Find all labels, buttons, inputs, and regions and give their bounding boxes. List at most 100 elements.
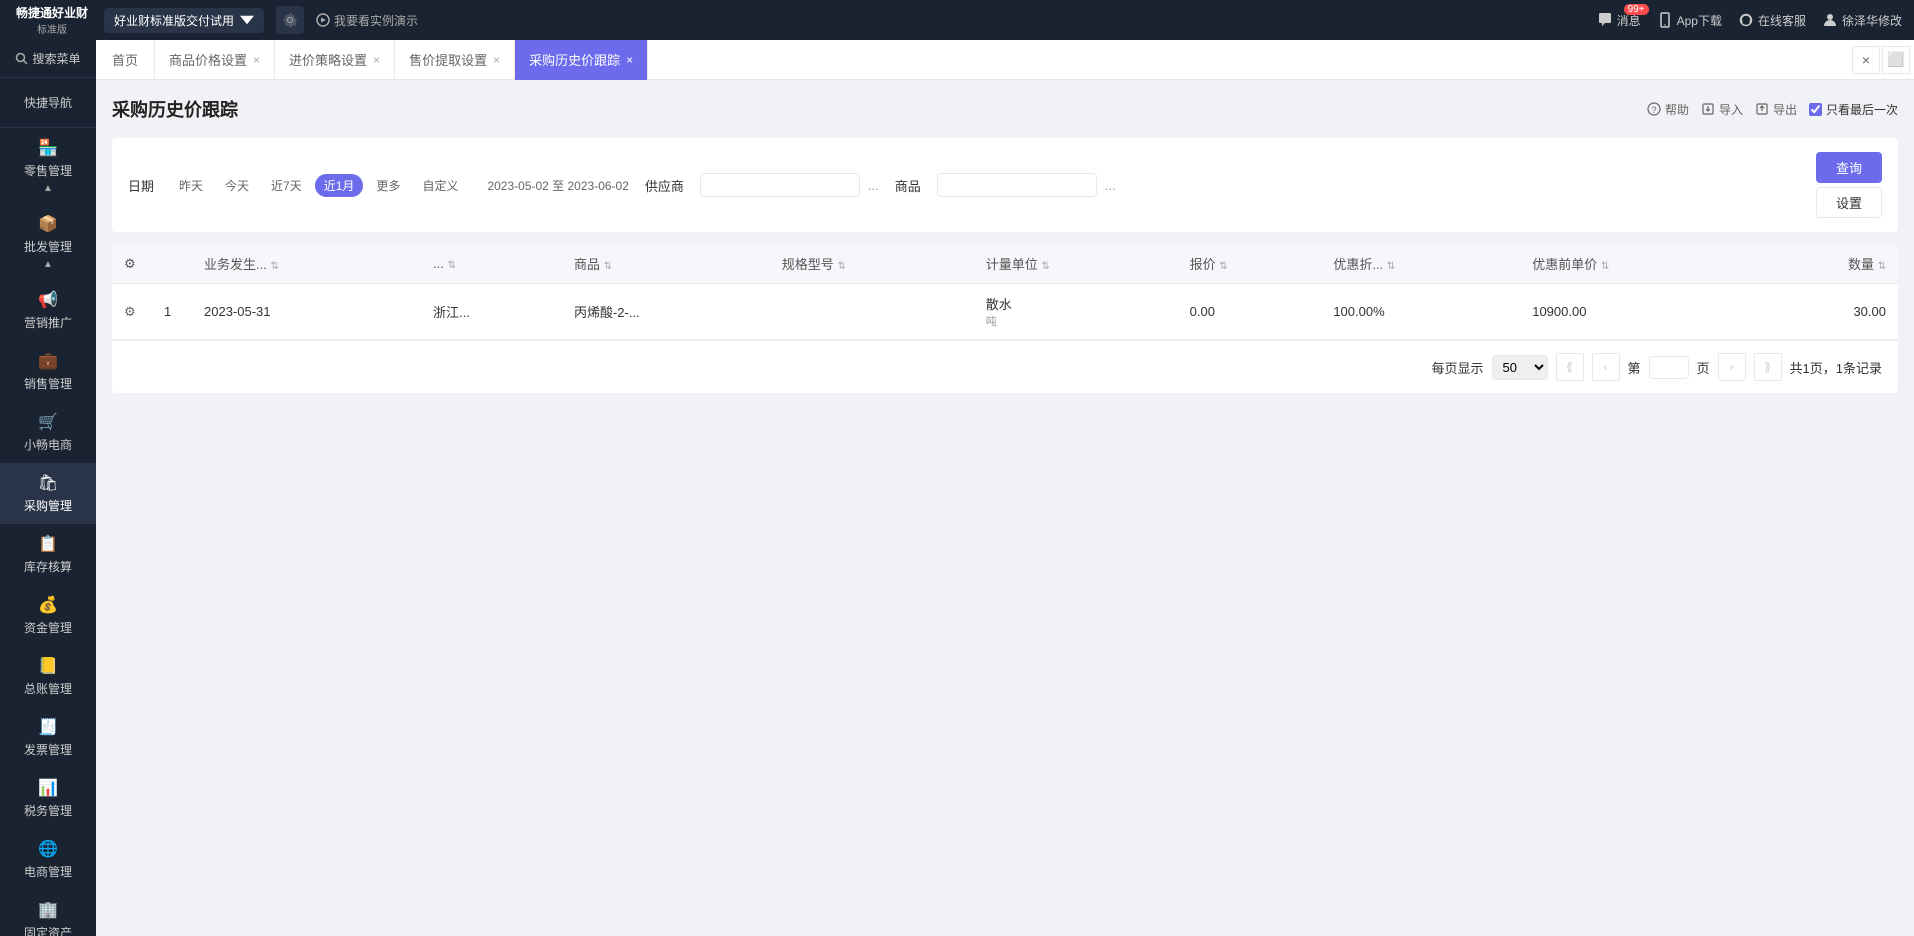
tab-purchase-strategy-close[interactable]: × bbox=[373, 53, 380, 67]
ecommerce-icon: 🌐 bbox=[38, 839, 58, 859]
tab-close-current-btn[interactable]: × bbox=[1852, 46, 1880, 74]
ledger-icon: 📒 bbox=[38, 656, 58, 676]
sidebar-label-retail: 零售管理 bbox=[24, 162, 72, 179]
spec-sort-icon: ⇅ bbox=[837, 261, 845, 272]
online-service-btn[interactable]: 在线客服 bbox=[1738, 12, 1806, 29]
search-icon bbox=[15, 52, 28, 65]
col-spec[interactable]: 规格型号 ⇅ bbox=[770, 244, 974, 284]
gear-col-icon[interactable]: ⚙ bbox=[124, 256, 136, 271]
sidebar-item-retail[interactable]: 🏪 零售管理 ▲ bbox=[0, 128, 96, 204]
tab-sale-price-close[interactable]: × bbox=[493, 53, 500, 67]
wholesale-icon: 📦 bbox=[38, 214, 58, 234]
product-input[interactable] bbox=[937, 173, 1097, 197]
page-title: 采购历史价跟踪 bbox=[112, 96, 238, 122]
product-dots[interactable]: ... bbox=[1105, 178, 1116, 193]
help-icon: ? bbox=[1647, 102, 1661, 116]
page-last-btn[interactable]: ⟫ bbox=[1754, 353, 1782, 381]
sidebar-item-assets[interactable]: 🏢 固定资产 bbox=[0, 890, 96, 936]
col-seq bbox=[152, 244, 192, 284]
import-btn[interactable]: 导入 bbox=[1701, 101, 1743, 118]
only-last-checkbox[interactable]: 只看最后一次 bbox=[1809, 101, 1898, 118]
only-last-input[interactable] bbox=[1809, 103, 1822, 116]
page-prev-btn[interactable]: ‹ bbox=[1592, 353, 1620, 381]
tab-maximize-btn[interactable]: ⬜ bbox=[1882, 46, 1910, 74]
tab-home[interactable]: 首页 bbox=[96, 40, 155, 80]
app-download-btn[interactable]: App下载 bbox=[1657, 12, 1722, 29]
only-last-label: 只看最后一次 bbox=[1826, 101, 1898, 118]
row-product: 丙烯酸-2-... bbox=[562, 284, 770, 340]
date-filter-buttons: 昨天 今天 近7天 近1月 更多 自定义 bbox=[170, 174, 467, 197]
sidebar-item-ecommerce[interactable]: 🌐 电商管理 bbox=[0, 829, 96, 890]
tab-price-close[interactable]: × bbox=[253, 53, 260, 67]
marketing-icon: 📢 bbox=[38, 290, 58, 310]
supplier-input[interactable] bbox=[700, 173, 860, 197]
sidebar-item-wholesale[interactable]: 📦 批发管理 ▲ bbox=[0, 204, 96, 280]
tab-price[interactable]: 商品价格设置 × bbox=[155, 40, 275, 80]
col-gear[interactable]: ⚙ bbox=[112, 244, 152, 284]
sidebar-item-purchase[interactable]: 🛍 采购管理 bbox=[0, 463, 96, 524]
sidebar-quick-nav[interactable]: 快捷导航 bbox=[0, 78, 96, 128]
col-product[interactable]: 商品 ⇅ bbox=[562, 244, 770, 284]
date-btn-last1m[interactable]: 近1月 bbox=[315, 174, 364, 197]
export-icon bbox=[1755, 102, 1769, 116]
col-discount[interactable]: 优惠折... ⇅ bbox=[1321, 244, 1520, 284]
supplier-dots[interactable]: ... bbox=[868, 178, 879, 193]
sidebar-item-inventory[interactable]: 📋 库存核算 bbox=[0, 524, 96, 585]
product-input-group: ... bbox=[937, 173, 1116, 197]
tab-history-price-close[interactable]: × bbox=[626, 53, 633, 67]
user-btn[interactable]: 徐泽华修改 bbox=[1822, 12, 1902, 29]
setting-button[interactable]: 设置 bbox=[1816, 187, 1882, 218]
date-btn-today[interactable]: 今天 bbox=[216, 174, 258, 197]
sidebar-item-finance[interactable]: 💰 资金管理 bbox=[0, 585, 96, 646]
settings-icon-btn[interactable] bbox=[276, 6, 304, 34]
date-btn-yesterday[interactable]: 昨天 bbox=[170, 174, 212, 197]
sidebar-label-ecommerce: 电商管理 bbox=[24, 863, 72, 880]
page-next-btn[interactable]: › bbox=[1718, 353, 1746, 381]
date-btn-more[interactable]: 更多 bbox=[367, 174, 409, 197]
tab-history-price-label: 采购历史价跟踪 bbox=[529, 50, 620, 69]
tab-purchase-strategy[interactable]: 进价策略设置 × bbox=[275, 40, 395, 80]
help-btn[interactable]: ? 帮助 bbox=[1647, 101, 1689, 118]
assets-icon: 🏢 bbox=[38, 900, 58, 920]
sidebar-item-invoice[interactable]: 🧾 发票管理 bbox=[0, 707, 96, 768]
product-filter-label: 商品 bbox=[895, 176, 921, 195]
sidebar-item-marketing[interactable]: 📢 营销推广 bbox=[0, 280, 96, 341]
sidebar-item-ledger[interactable]: 📒 总账管理 bbox=[0, 646, 96, 707]
content-area: 首页 商品价格设置 × 进价策略设置 × 售价提取设置 × 采购历史价跟踪 × … bbox=[96, 40, 1914, 936]
query-button[interactable]: 查询 bbox=[1816, 152, 1882, 183]
sidebar-item-tax[interactable]: 📊 税务管理 bbox=[0, 768, 96, 829]
extra-sort-icon: ⇅ bbox=[447, 260, 455, 271]
logo-title: 畅捷通好业财 bbox=[16, 4, 88, 21]
page-first-btn[interactable]: ⟪ bbox=[1556, 353, 1584, 381]
export-label: 导出 bbox=[1773, 101, 1797, 118]
demo-button[interactable]: 我要看实例演示 bbox=[316, 12, 418, 29]
col-pre-discount-price[interactable]: 优惠前单价 ⇅ bbox=[1520, 244, 1754, 284]
col-quantity[interactable]: 数量 ⇅ bbox=[1754, 244, 1898, 284]
message-btn[interactable]: 消息 99+ bbox=[1597, 12, 1641, 29]
date-btn-last7[interactable]: 近7天 bbox=[262, 174, 311, 197]
col-unit[interactable]: 计量单位 ⇅ bbox=[974, 244, 1178, 284]
export-btn[interactable]: 导出 bbox=[1755, 101, 1797, 118]
page-actions: ? 帮助 导入 导出 只看最后一次 bbox=[1647, 101, 1898, 118]
date-btn-custom[interactable]: 自定义 bbox=[413, 174, 467, 197]
sidebar-search[interactable]: 搜索菜单 bbox=[0, 40, 96, 78]
per-page-select[interactable]: 50 100 200 bbox=[1492, 355, 1548, 380]
tab-sale-price[interactable]: 售价提取设置 × bbox=[395, 40, 515, 80]
sidebar: 搜索菜单 快捷导航 🏪 零售管理 ▲ 📦 批发管理 ▲ 📢 营销推广 💼 销售管… bbox=[0, 40, 96, 936]
sidebar-item-sales[interactable]: 💼 销售管理 bbox=[0, 341, 96, 402]
sidebar-item-ecommerce-small[interactable]: 🛒 小畅电商 bbox=[0, 402, 96, 463]
user-label: 徐泽华修改 bbox=[1842, 12, 1902, 29]
col-price[interactable]: 报价 ⇅ bbox=[1178, 244, 1322, 284]
headset-icon bbox=[1738, 12, 1754, 28]
search-label: 搜索菜单 bbox=[32, 50, 80, 67]
retail-icon: 🏪 bbox=[38, 138, 58, 158]
logo-sub: 标准版 bbox=[37, 21, 67, 36]
col-extra[interactable]: ... ⇅ bbox=[421, 244, 562, 284]
page-input[interactable]: 1 bbox=[1649, 356, 1689, 379]
tab-history-price[interactable]: 采购历史价跟踪 × bbox=[515, 40, 648, 80]
table-header-row: ⚙ 业务发生... ⇅ ... ⇅ bbox=[112, 244, 1898, 284]
version-selector[interactable]: 好业财标准版交付试用 bbox=[104, 8, 264, 33]
col-biz-date[interactable]: 业务发生... ⇅ bbox=[192, 244, 421, 284]
quick-nav-item[interactable]: 快捷导航 bbox=[0, 86, 96, 119]
row-gear[interactable]: ⚙ bbox=[112, 284, 152, 340]
